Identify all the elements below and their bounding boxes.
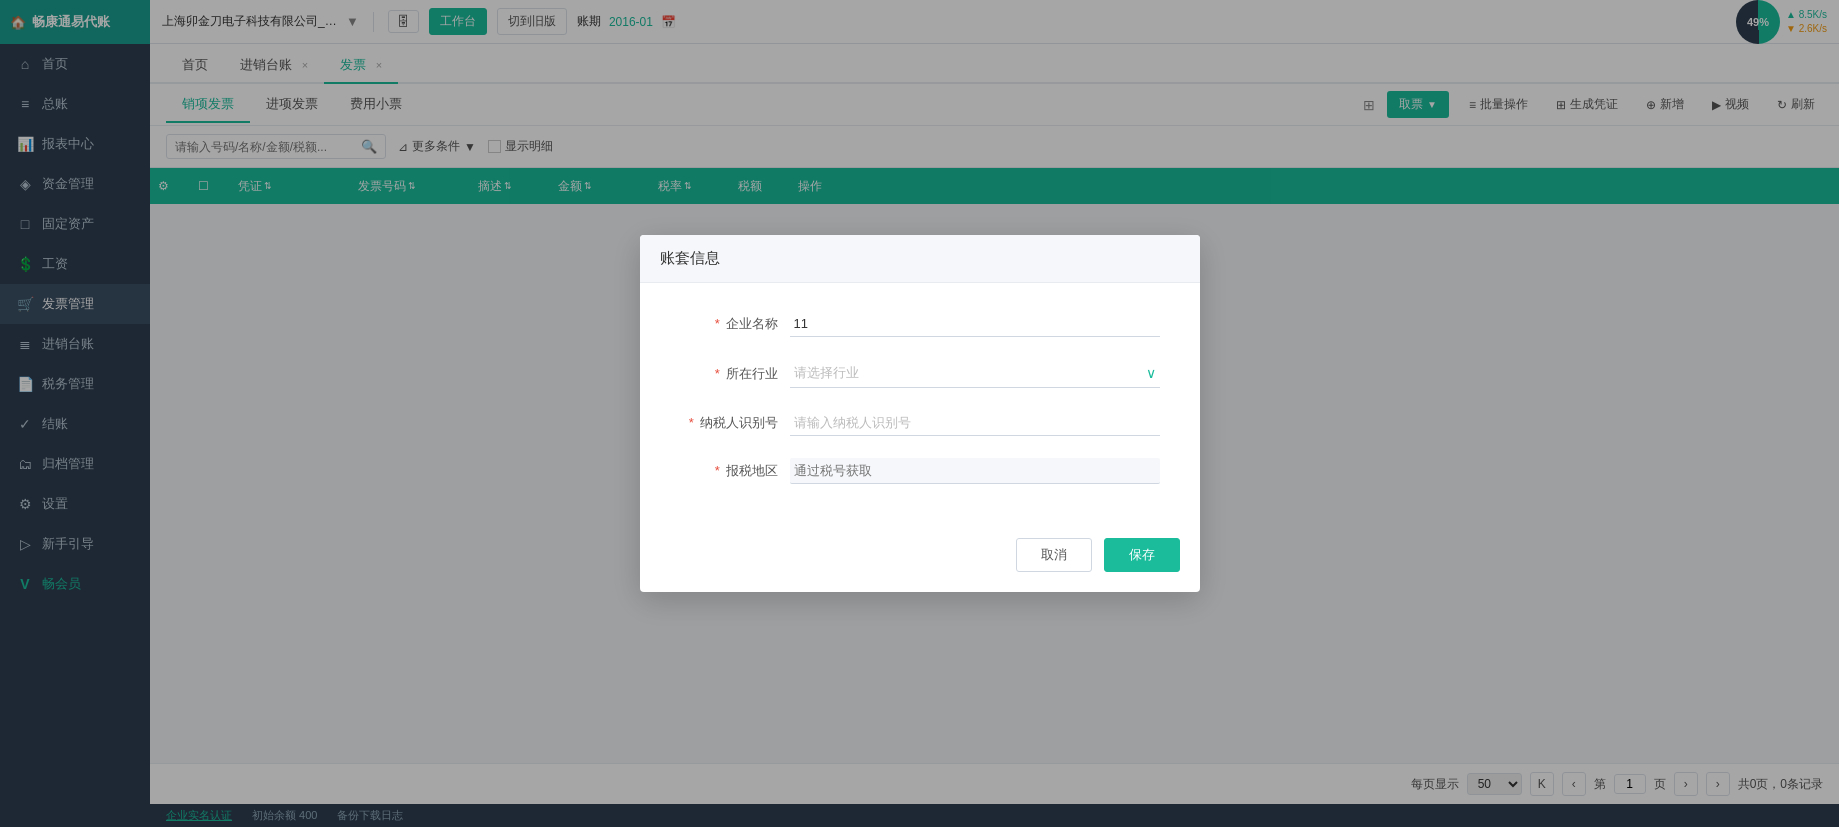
required-star-2: * xyxy=(715,366,720,381)
tax-region-input xyxy=(790,458,1160,484)
tax-region-label: * 报税地区 xyxy=(680,462,790,480)
tax-id-input[interactable] xyxy=(790,410,1160,436)
industry-row: * 所在行业 请选择行业 ∨ xyxy=(680,359,1160,388)
save-button[interactable]: 保存 xyxy=(1104,538,1180,572)
modal-footer: 取消 保存 xyxy=(640,526,1200,592)
tax-id-label: * 纳税人识别号 xyxy=(680,414,790,432)
modal-title: 账套信息 xyxy=(660,249,720,266)
required-star-1: * xyxy=(715,316,720,331)
modal-body: * 企业名称 * 所在行业 请选择行业 ∨ * xyxy=(640,283,1200,526)
tax-region-row: * 报税地区 xyxy=(680,458,1160,484)
industry-dropdown-icon: ∨ xyxy=(1146,365,1156,381)
industry-label: * 所在行业 xyxy=(680,365,790,383)
company-name-input[interactable] xyxy=(790,311,1160,337)
modal-overlay: 账套信息 * 企业名称 * 所在行业 请选择行业 ∨ xyxy=(0,0,1839,827)
required-star-4: * xyxy=(715,463,720,478)
company-name-label: * 企业名称 xyxy=(680,315,790,333)
tax-id-row: * 纳税人识别号 xyxy=(680,410,1160,436)
company-name-row: * 企业名称 xyxy=(680,311,1160,337)
modal-header: 账套信息 xyxy=(640,235,1200,283)
cancel-button[interactable]: 取消 xyxy=(1016,538,1092,572)
required-star-3: * xyxy=(689,415,694,430)
account-info-modal: 账套信息 * 企业名称 * 所在行业 请选择行业 ∨ xyxy=(640,235,1200,592)
industry-placeholder: 请选择行业 xyxy=(794,364,859,382)
industry-select[interactable]: 请选择行业 ∨ xyxy=(790,359,1160,388)
